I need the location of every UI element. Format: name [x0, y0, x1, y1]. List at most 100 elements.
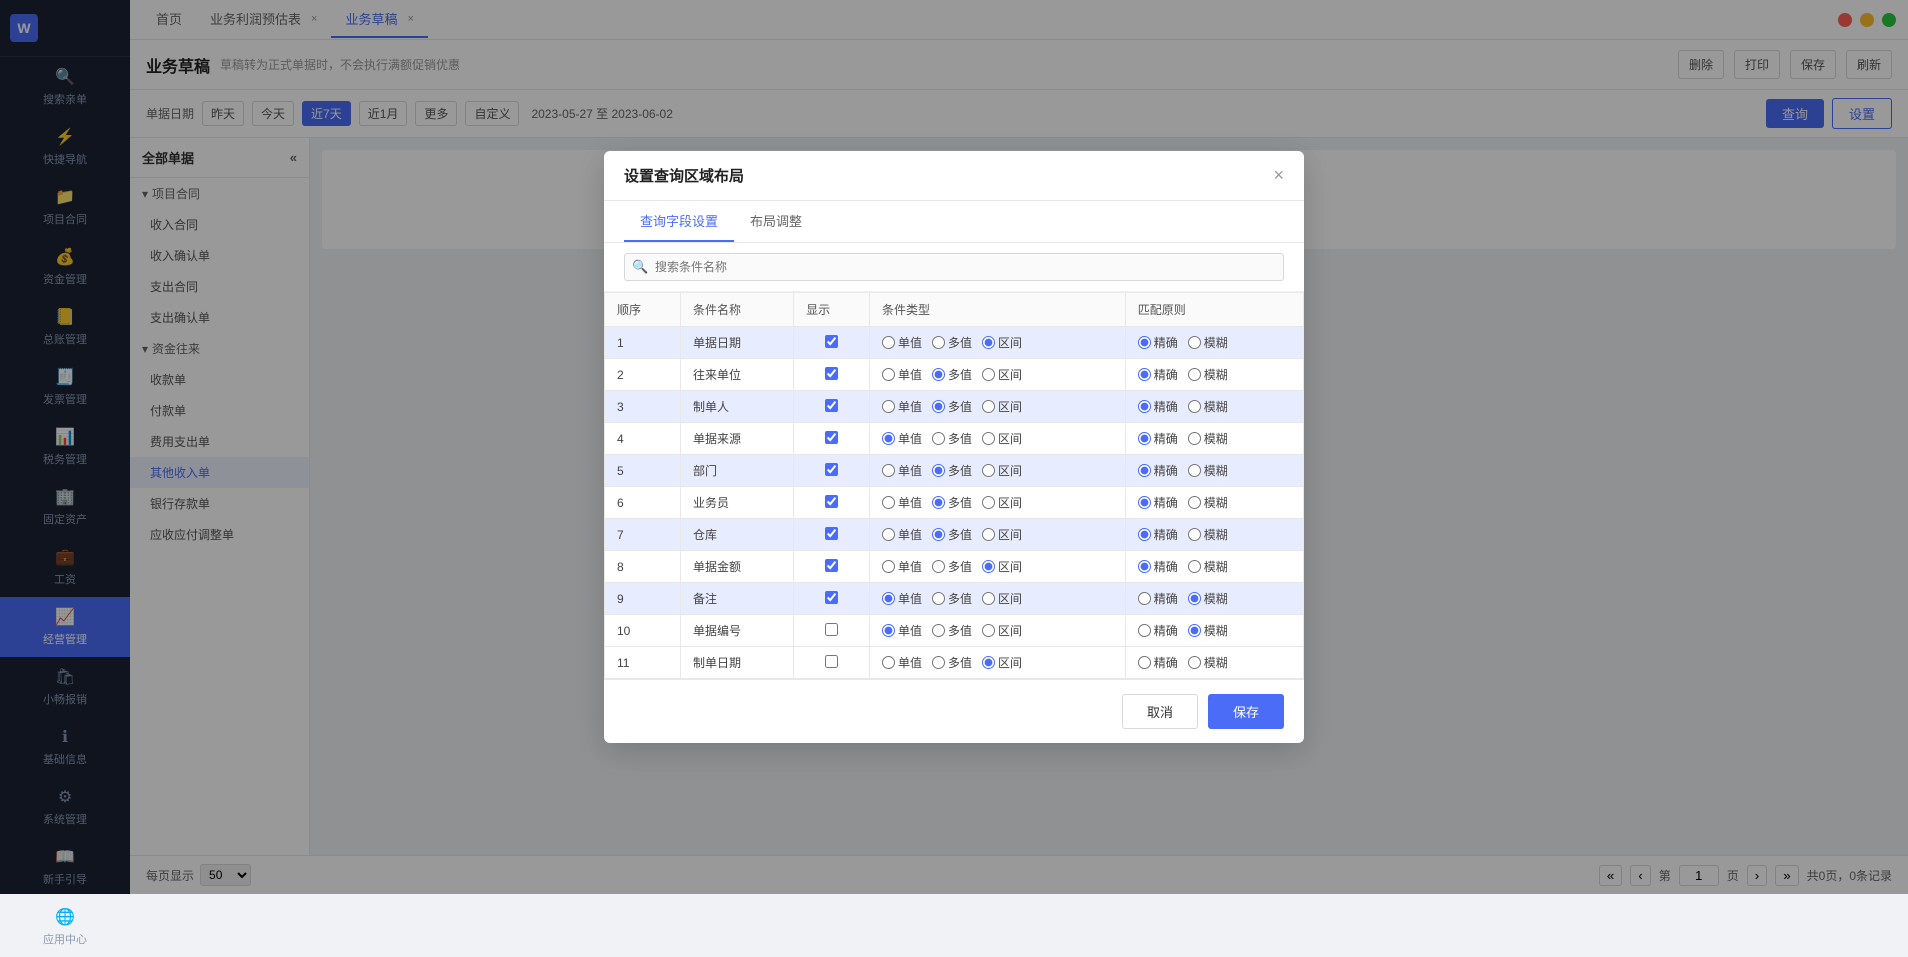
type-radio[interactable]	[982, 464, 995, 477]
type-radio-label[interactable]: 多值	[932, 430, 972, 447]
match-radio[interactable]	[1138, 592, 1151, 605]
type-radio[interactable]	[932, 400, 945, 413]
modal-save-button[interactable]: 保存	[1208, 694, 1284, 729]
type-radio-label[interactable]: 多值	[932, 398, 972, 415]
type-radio-label[interactable]: 单值	[882, 430, 922, 447]
row-show-checkbox[interactable]	[825, 399, 838, 412]
type-radio[interactable]	[982, 400, 995, 413]
type-radio-label[interactable]: 区间	[982, 334, 1022, 351]
match-radio[interactable]	[1188, 656, 1201, 669]
match-radio-label[interactable]: 精确	[1138, 558, 1178, 575]
type-radio-label[interactable]: 单值	[882, 462, 922, 479]
type-radio-label[interactable]: 区间	[982, 526, 1022, 543]
match-radio[interactable]	[1138, 656, 1151, 669]
match-radio-label[interactable]: 精确	[1138, 494, 1178, 511]
type-radio-label[interactable]: 单值	[882, 494, 922, 511]
row-show-checkbox[interactable]	[825, 431, 838, 444]
type-radio[interactable]	[982, 368, 995, 381]
match-radio-label[interactable]: 模糊	[1188, 526, 1228, 543]
type-radio-label[interactable]: 单值	[882, 366, 922, 383]
type-radio[interactable]	[932, 336, 945, 349]
type-radio-label[interactable]: 多值	[932, 334, 972, 351]
type-radio-label[interactable]: 多值	[932, 590, 972, 607]
row-show-checkbox[interactable]	[825, 367, 838, 380]
match-radio[interactable]	[1188, 400, 1201, 413]
type-radio[interactable]	[932, 432, 945, 445]
type-radio[interactable]	[882, 560, 895, 573]
type-radio[interactable]	[982, 592, 995, 605]
match-radio[interactable]	[1188, 560, 1201, 573]
type-radio[interactable]	[882, 624, 895, 637]
match-radio-label[interactable]: 精确	[1138, 398, 1178, 415]
type-radio-label[interactable]: 区间	[982, 398, 1022, 415]
match-radio-label[interactable]: 模糊	[1188, 558, 1228, 575]
type-radio-label[interactable]: 单值	[882, 334, 922, 351]
match-radio[interactable]	[1138, 400, 1151, 413]
type-radio-label[interactable]: 多值	[932, 622, 972, 639]
match-radio[interactable]	[1138, 624, 1151, 637]
match-radio-label[interactable]: 模糊	[1188, 494, 1228, 511]
match-radio-label[interactable]: 精确	[1138, 526, 1178, 543]
type-radio[interactable]	[882, 400, 895, 413]
match-radio[interactable]	[1188, 368, 1201, 381]
type-radio[interactable]	[882, 432, 895, 445]
type-radio[interactable]	[982, 432, 995, 445]
type-radio-label[interactable]: 区间	[982, 590, 1022, 607]
type-radio-label[interactable]: 区间	[982, 366, 1022, 383]
type-radio-label[interactable]: 单值	[882, 558, 922, 575]
type-radio-label[interactable]: 多值	[932, 494, 972, 511]
cancel-button[interactable]: 取消	[1122, 694, 1198, 729]
type-radio[interactable]	[982, 528, 995, 541]
match-radio[interactable]	[1188, 592, 1201, 605]
type-radio[interactable]	[882, 336, 895, 349]
type-radio-label[interactable]: 单值	[882, 398, 922, 415]
match-radio-label[interactable]: 模糊	[1188, 590, 1228, 607]
type-radio-label[interactable]: 多值	[932, 654, 972, 671]
type-radio[interactable]	[882, 368, 895, 381]
type-radio-label[interactable]: 区间	[982, 654, 1022, 671]
match-radio-label[interactable]: 精确	[1138, 430, 1178, 447]
row-show-checkbox[interactable]	[825, 495, 838, 508]
match-radio[interactable]	[1138, 528, 1151, 541]
type-radio[interactable]	[932, 624, 945, 637]
modal-tab-fields[interactable]: 查询字段设置	[624, 201, 734, 242]
row-show-checkbox[interactable]	[825, 623, 838, 636]
type-radio-label[interactable]: 多值	[932, 462, 972, 479]
match-radio[interactable]	[1188, 336, 1201, 349]
type-radio-label[interactable]: 多值	[932, 366, 972, 383]
row-show-checkbox[interactable]	[825, 335, 838, 348]
type-radio[interactable]	[932, 496, 945, 509]
type-radio[interactable]	[932, 560, 945, 573]
match-radio-label[interactable]: 模糊	[1188, 462, 1228, 479]
row-show-checkbox[interactable]	[825, 527, 838, 540]
type-radio[interactable]	[982, 624, 995, 637]
match-radio[interactable]	[1138, 560, 1151, 573]
match-radio-label[interactable]: 模糊	[1188, 654, 1228, 671]
type-radio[interactable]	[982, 560, 995, 573]
match-radio-label[interactable]: 精确	[1138, 654, 1178, 671]
type-radio-label[interactable]: 单值	[882, 526, 922, 543]
match-radio-label[interactable]: 精确	[1138, 622, 1178, 639]
match-radio[interactable]	[1138, 368, 1151, 381]
match-radio-label[interactable]: 模糊	[1188, 334, 1228, 351]
match-radio-label[interactable]: 模糊	[1188, 366, 1228, 383]
type-radio-label[interactable]: 区间	[982, 622, 1022, 639]
type-radio-label[interactable]: 单值	[882, 654, 922, 671]
match-radio[interactable]	[1188, 496, 1201, 509]
type-radio-label[interactable]: 区间	[982, 430, 1022, 447]
type-radio[interactable]	[882, 592, 895, 605]
match-radio-label[interactable]: 精确	[1138, 334, 1178, 351]
type-radio[interactable]	[932, 592, 945, 605]
type-radio[interactable]	[982, 656, 995, 669]
match-radio-label[interactable]: 模糊	[1188, 398, 1228, 415]
row-show-checkbox[interactable]	[825, 463, 838, 476]
row-show-checkbox[interactable]	[825, 591, 838, 604]
type-radio-label[interactable]: 区间	[982, 462, 1022, 479]
match-radio-label[interactable]: 模糊	[1188, 430, 1228, 447]
type-radio[interactable]	[882, 496, 895, 509]
match-radio-label[interactable]: 精确	[1138, 366, 1178, 383]
type-radio[interactable]	[882, 656, 895, 669]
type-radio[interactable]	[882, 528, 895, 541]
type-radio[interactable]	[982, 336, 995, 349]
type-radio-label[interactable]: 多值	[932, 526, 972, 543]
